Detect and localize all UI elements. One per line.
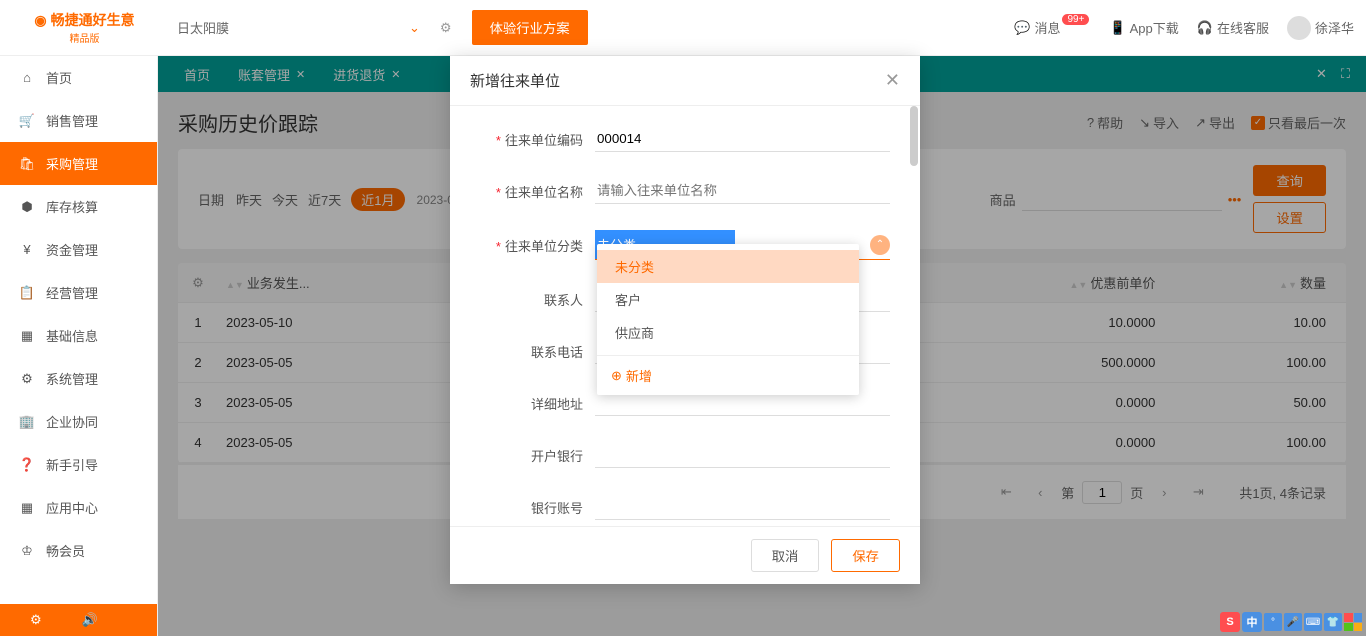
- guide-icon: ❓: [18, 456, 36, 474]
- ime-toolbar: S 中 ° 🎤 ⌨ 👕: [1220, 612, 1362, 632]
- dropdown-option-uncategorized[interactable]: 未分类: [597, 250, 859, 283]
- ime-skin-icon[interactable]: 👕: [1324, 613, 1342, 631]
- promo-button[interactable]: 体验行业方案: [472, 10, 588, 45]
- category-dropdown: 未分类 客户 供应商 ⊕ 新增: [597, 244, 859, 395]
- scrollbar-thumb[interactable]: [910, 106, 918, 166]
- sidebar-item-basic[interactable]: ▦基础信息: [0, 314, 157, 357]
- plus-icon: ⊕: [611, 368, 622, 384]
- money-icon: ¥: [18, 241, 36, 259]
- logo: ◉畅捷通好生意 精品版: [12, 10, 157, 45]
- dropdown-option-customer[interactable]: 客户: [597, 283, 859, 316]
- sidebar-footer: ⚙ 🔊: [0, 604, 157, 636]
- top-header: ◉畅捷通好生意 精品版 日太阳膜 ⌄ ⚙ 体验行业方案 💬 消息 99+ 📱 A…: [0, 0, 1366, 56]
- building-icon: 🏢: [18, 413, 36, 431]
- sidebar-item-guide[interactable]: ❓新手引导: [0, 443, 157, 486]
- code-label: 往来单位编码: [505, 133, 583, 148]
- modal-header: 新增往来单位 ✕: [450, 56, 920, 106]
- phone-label: 联系电话: [531, 345, 583, 360]
- sidebar-item-enterprise[interactable]: 🏢企业协同: [0, 400, 157, 443]
- info-icon: ▦: [18, 327, 36, 345]
- save-button[interactable]: 保存: [831, 539, 900, 572]
- sidebar-item-home[interactable]: ⌂首页: [0, 56, 157, 99]
- app-download-link[interactable]: 📱 App下载: [1109, 18, 1178, 37]
- ime-mic-icon[interactable]: 🎤: [1284, 613, 1302, 631]
- sidebar-item-business[interactable]: 📋经营管理: [0, 271, 157, 314]
- dropdown-add-new[interactable]: ⊕ 新增: [597, 355, 859, 395]
- code-input[interactable]: [595, 126, 890, 152]
- sidebar-item-system[interactable]: ⚙系统管理: [0, 357, 157, 400]
- gear-icon[interactable]: ⚙: [440, 20, 452, 36]
- bank-input[interactable]: [595, 442, 890, 468]
- sidebar-item-purchase[interactable]: 🛍采购管理: [0, 142, 157, 185]
- sidebar: ⌂首页 🛒销售管理 🛍采购管理 ⬢库存核算 ¥资金管理 📋经营管理 ▦基础信息 …: [0, 56, 158, 636]
- phone-icon: 📱: [1109, 20, 1125, 36]
- ime-keyboard-icon[interactable]: ⌨: [1304, 613, 1322, 631]
- service-link[interactable]: 🎧 在线客服: [1197, 18, 1269, 37]
- sidebar-item-funds[interactable]: ¥资金管理: [0, 228, 157, 271]
- dropdown-option-supplier[interactable]: 供应商: [597, 316, 859, 349]
- clipboard-icon: 📋: [18, 284, 36, 302]
- sidebar-item-inventory[interactable]: ⬢库存核算: [0, 185, 157, 228]
- message-icon: 💬: [1014, 20, 1030, 36]
- close-icon[interactable]: ✕: [885, 70, 900, 91]
- ime-punct-icon[interactable]: °: [1264, 613, 1282, 631]
- ime-grid-icon[interactable]: [1344, 613, 1362, 631]
- ime-s-icon[interactable]: S: [1220, 612, 1240, 632]
- user-menu[interactable]: 徐泽华: [1287, 16, 1354, 40]
- crown-icon: ♔: [18, 542, 36, 560]
- contact-label: 联系人: [544, 293, 583, 308]
- bag-icon: 🛍: [18, 155, 36, 173]
- sidebar-item-sales[interactable]: 🛒销售管理: [0, 99, 157, 142]
- avatar: [1287, 16, 1311, 40]
- modal-title: 新增往来单位: [470, 70, 560, 91]
- settings-icon: ⚙: [18, 370, 36, 388]
- cancel-button[interactable]: 取消: [751, 539, 820, 572]
- chevron-down-icon: ⌄: [409, 20, 420, 36]
- sound-icon[interactable]: 🔊: [82, 612, 98, 628]
- chevron-up-icon[interactable]: ⌃: [870, 235, 890, 255]
- sidebar-item-member[interactable]: ♔畅会员: [0, 529, 157, 572]
- message-badge: 99+: [1062, 14, 1089, 25]
- cart-icon: 🛒: [18, 112, 36, 130]
- address-label: 详细地址: [531, 397, 583, 412]
- org-name: 日太阳膜: [177, 18, 229, 37]
- logo-icon: ◉: [34, 12, 46, 29]
- name-input[interactable]: [595, 178, 890, 204]
- account-input[interactable]: [595, 494, 890, 520]
- headset-icon: 🎧: [1197, 20, 1213, 36]
- sidebar-item-apps[interactable]: ▦应用中心: [0, 486, 157, 529]
- bank-label: 开户银行: [531, 449, 583, 464]
- logo-subtitle: 精品版: [70, 30, 100, 45]
- org-selector[interactable]: 日太阳膜 ⌄: [177, 18, 420, 37]
- gear-icon[interactable]: ⚙: [30, 612, 42, 628]
- apps-icon: ▦: [18, 499, 36, 517]
- box-icon: ⬢: [18, 198, 36, 216]
- ime-cn-icon[interactable]: 中: [1242, 612, 1262, 632]
- messages-link[interactable]: 💬 消息 99+: [1014, 18, 1091, 37]
- name-label: 往来单位名称: [505, 185, 583, 200]
- account-label: 银行账号: [531, 501, 583, 516]
- home-icon: ⌂: [18, 69, 36, 87]
- category-label: 往来单位分类: [505, 239, 583, 254]
